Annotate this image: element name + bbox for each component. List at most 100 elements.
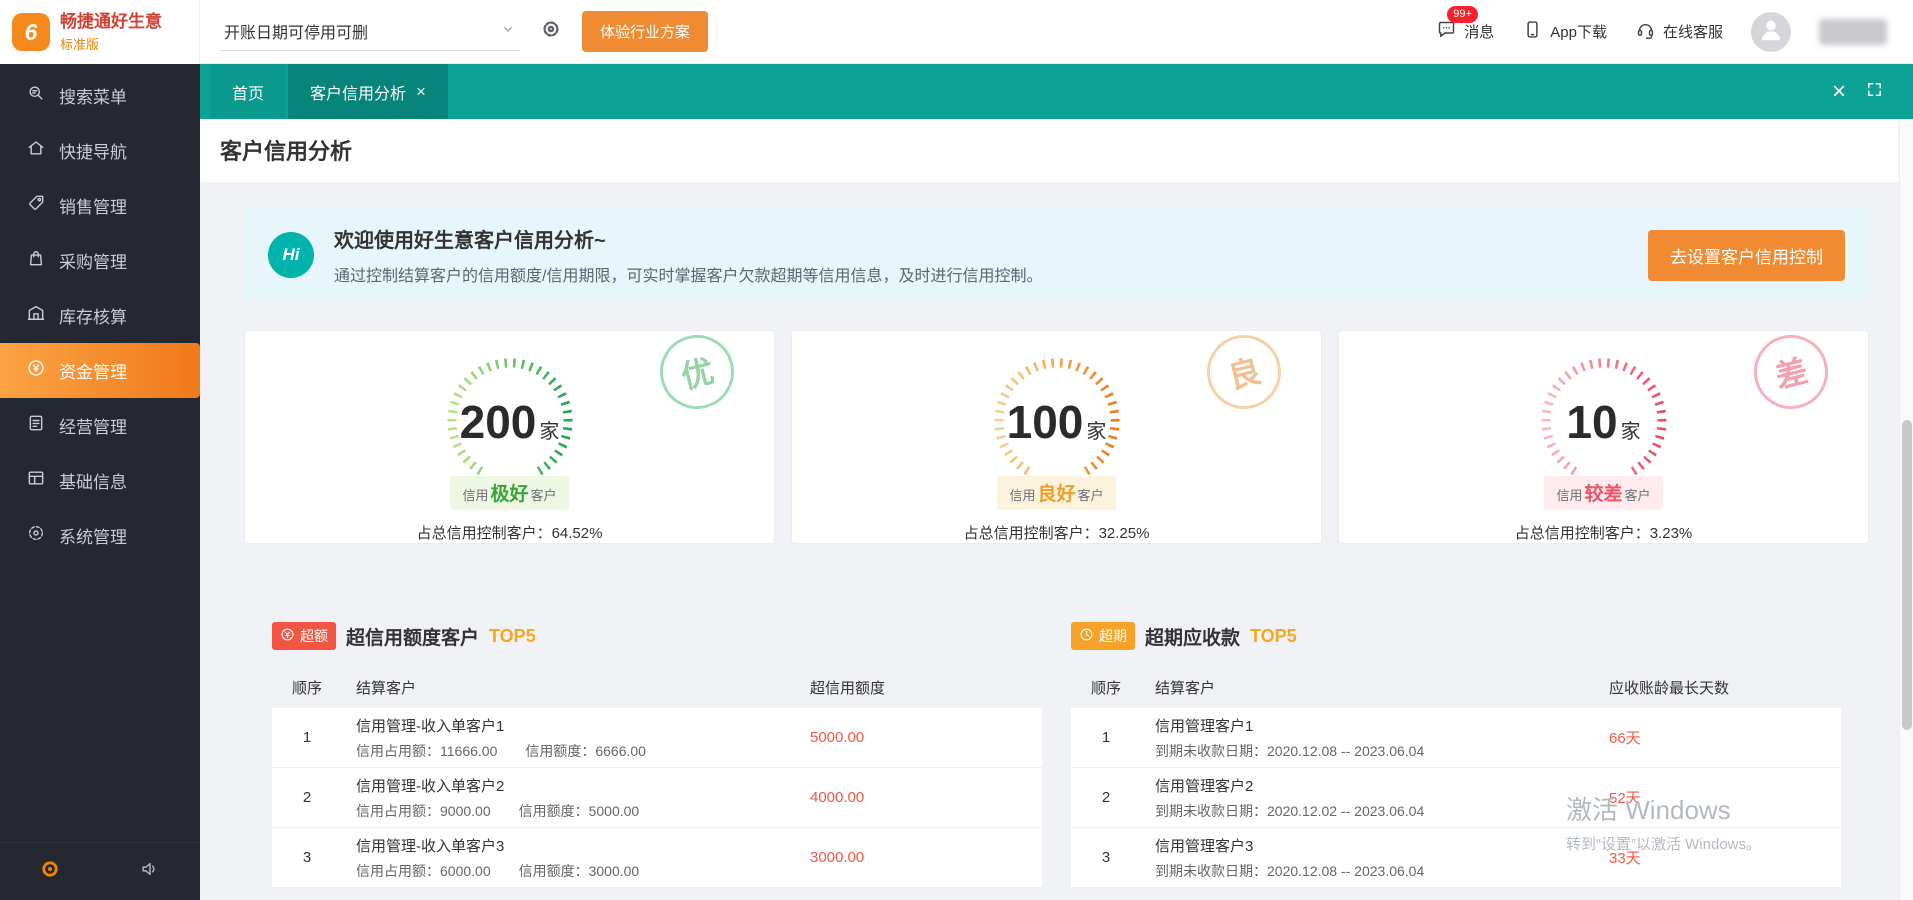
avatar-icon xyxy=(1756,14,1786,49)
gear-icon xyxy=(39,858,61,885)
quick-nav-icon xyxy=(26,138,46,163)
overdue-section: 超期 超期应收款 TOP5 顺序 结算客户 应收账龄最长天数 1 信用管理客户1… xyxy=(1071,622,1841,888)
fullscreen-icon[interactable] xyxy=(1866,81,1883,103)
chevron-down-icon xyxy=(500,21,516,42)
app-download-button[interactable]: App下载 xyxy=(1522,19,1607,44)
sidebar-sound-button[interactable] xyxy=(100,858,200,885)
tab-label: 首页 xyxy=(232,85,265,103)
table-row[interactable]: 2 信用管理-收入单客户2 信用占用额：9000.00 信用额度：5000.00 … xyxy=(272,768,1042,828)
hi-avatar: Hi xyxy=(268,232,314,278)
sidebar-item-label: 系统管理 xyxy=(59,528,127,547)
logo-edition-label: 标准版 xyxy=(60,36,100,52)
sidebar-item-search-menu[interactable]: 搜索菜单 xyxy=(0,68,200,123)
sidebar-item-label: 经营管理 xyxy=(59,418,127,437)
poor-credit-card: 10 家 差 信用 较差 客户 占总信用控制客户：3.23% xyxy=(1338,327,1869,544)
welcome-banner: Hi 欢迎使用好生意客户信用分析~ 通过控制结算客户的信用额度/信用期限，可实时… xyxy=(244,208,1869,302)
grade-stamp: 良 xyxy=(1199,327,1289,417)
overdue-header: 超期 超期应收款 TOP5 xyxy=(1071,622,1841,650)
speaker-icon xyxy=(139,858,161,885)
topbar: 开账日期可停用可删 体验行业方案 99+ 消息 App下载 在线客服 xyxy=(200,0,1913,64)
sidebar-item-label: 销售管理 xyxy=(59,198,127,217)
overdue-table: 顺序 结算客户 应收账龄最长天数 1 信用管理客户1 到期未收款日期：2020.… xyxy=(1071,666,1841,888)
grade-stamp: 差 xyxy=(1746,327,1836,417)
table-row[interactable]: 2 信用管理客户2 到期未收款日期：2020.12.02 -- 2023.06.… xyxy=(1071,768,1841,828)
app-root: 6 畅捷通好生意 标准版 搜索菜单 快捷导航 销售管理 采购管理 库存核算 资金… xyxy=(0,0,1913,900)
tab-customer-credit-analysis[interactable]: 客户信用分析 × xyxy=(288,64,448,119)
customer-count: 10 xyxy=(1566,396,1618,448)
sidebar-item-quick-nav[interactable]: 快捷导航 xyxy=(0,123,200,178)
sales-icon xyxy=(26,193,46,218)
topbar-right: 99+ 消息 App下载 在线客服 xyxy=(1436,6,1887,52)
table-row[interactable]: 1 信用管理客户1 到期未收款日期：2020.12.08 -- 2023.06.… xyxy=(1071,708,1841,768)
over-credit-table: 顺序 结算客户 超信用额度 1 信用管理-收入单客户1 信用占用额：11666.… xyxy=(272,666,1042,888)
overdue-tag: 超期 xyxy=(1071,622,1135,650)
logo: 6 畅捷通好生意 标准版 xyxy=(0,0,200,64)
sidebar-item-purchase-mgmt[interactable]: 采购管理 xyxy=(0,233,200,288)
credit-gauge: 200 家 xyxy=(430,349,590,476)
tab-home[interactable]: 首页 xyxy=(210,64,287,119)
customer-name: 信用管理-收入单客户2 xyxy=(356,777,505,795)
credit-gauge: 10 家 xyxy=(1524,349,1684,476)
sidebar-item-funds-mgmt[interactable]: 资金管理 xyxy=(0,343,200,398)
over-credit-title: 超信用额度客户 xyxy=(346,627,480,649)
account-set-value: 开账日期可停用可删 xyxy=(224,25,369,42)
customer-name: 信用管理-收入单客户1 xyxy=(356,717,505,735)
purchase-icon xyxy=(26,248,46,273)
messages-button[interactable]: 99+ 消息 xyxy=(1436,6,1495,44)
sidebar-item-basic-info[interactable]: 基础信息 xyxy=(0,453,200,508)
tab-label: 客户信用分析 xyxy=(310,85,407,103)
headset-icon xyxy=(1635,19,1656,44)
messages-count-badge: 99+ xyxy=(1447,6,1478,23)
avatar[interactable] xyxy=(1751,11,1791,52)
setup-credit-control-button[interactable]: 去设置客户信用控制 xyxy=(1648,229,1845,281)
tabbar: 首页 客户信用分析 × × xyxy=(200,64,1913,119)
sidebar-settings-button[interactable] xyxy=(0,858,100,885)
sidebar-item-label: 采购管理 xyxy=(59,253,127,272)
vertical-scrollbar[interactable] xyxy=(1899,120,1913,900)
logo-title: 畅捷通好生意 xyxy=(60,12,162,32)
customer-name: 信用管理-收入单客户3 xyxy=(356,837,505,855)
search-menu-icon xyxy=(26,83,46,108)
page-content: Hi 欢迎使用好生意客户信用分析~ 通过控制结算客户的信用额度/信用期限，可实时… xyxy=(200,182,1913,888)
customer-name: 信用管理客户2 xyxy=(1155,777,1254,795)
banner-title: 欢迎使用好生意客户信用分析~ xyxy=(334,230,606,252)
user-name-redacted xyxy=(1819,18,1887,45)
table-row[interactable]: 3 信用管理客户3 到期未收款日期：2020.12.08 -- 2023.06.… xyxy=(1071,828,1841,888)
scrollbar-thumb[interactable] xyxy=(1902,420,1912,730)
table-header-row: 顺序 结算客户 超信用额度 xyxy=(272,666,1042,708)
account-set-select[interactable]: 开账日期可停用可删 xyxy=(220,12,520,51)
overdue-days: 52天 xyxy=(1609,790,1641,807)
close-tab-icon[interactable]: × xyxy=(416,82,426,102)
banner-description: 通过控制结算客户的信用额度/信用期限，可实时掌握客户欠款超期等信用信息，及时进行… xyxy=(334,268,1043,285)
settings-icon[interactable] xyxy=(540,18,562,45)
industry-plan-button[interactable]: 体验行业方案 xyxy=(582,11,709,52)
sidebar-item-system-mgmt[interactable]: 系统管理 xyxy=(0,508,200,563)
customer-name: 信用管理客户1 xyxy=(1155,717,1254,735)
good-credit-card: 100 家 良 信用 良好 客户 占总信用控制客户：32.25% xyxy=(791,327,1322,544)
sidebar-item-inventory-accounting[interactable]: 库存核算 xyxy=(0,288,200,343)
sidebar-item-business-mgmt[interactable]: 经营管理 xyxy=(0,398,200,453)
app-download-icon xyxy=(1522,19,1543,44)
business-icon xyxy=(26,413,46,438)
sidebar-item-sales-mgmt[interactable]: 销售管理 xyxy=(0,178,200,233)
over-credit-tag-icon xyxy=(280,627,295,645)
credit-summary-cards: 200 家 优 信用 极好 客户 占总信用控制客户：64.52% 100 家 良… xyxy=(244,327,1869,544)
tabbar-actions: × xyxy=(1832,79,1913,104)
share-of-controlled-customers: 占总信用控制客户：64.52% xyxy=(416,525,603,542)
online-service-button[interactable]: 在线客服 xyxy=(1635,19,1723,44)
overdue-days: 66天 xyxy=(1609,730,1641,747)
overdue-days: 33天 xyxy=(1609,850,1641,867)
system-icon xyxy=(26,523,46,548)
clock-icon xyxy=(1079,627,1094,645)
sidebar-menu: 搜索菜单 快捷导航 销售管理 采购管理 库存核算 资金管理 经营管理 基础信息 … xyxy=(0,64,200,842)
funds-icon xyxy=(26,358,46,383)
table-row[interactable]: 1 信用管理-收入单客户1 信用占用额：11666.00 信用额度：6666.00… xyxy=(272,708,1042,768)
table-row[interactable]: 3 信用管理-收入单客户3 信用占用额：6000.00 信用额度：3000.00 … xyxy=(272,828,1042,888)
messages-label: 消息 xyxy=(1464,24,1495,41)
customer-count: 100 xyxy=(1006,396,1084,448)
over-credit-amount: 3000.00 xyxy=(810,849,865,866)
close-all-tabs-icon[interactable]: × xyxy=(1832,79,1846,104)
main-column: 开账日期可停用可删 体验行业方案 99+ 消息 App下载 在线客服 首页 客户… xyxy=(200,0,1913,900)
excellent-credit-card: 200 家 优 信用 极好 客户 占总信用控制客户：64.52% xyxy=(244,327,775,544)
over-credit-header: 超额 超信用额度客户 TOP5 xyxy=(272,622,1042,650)
